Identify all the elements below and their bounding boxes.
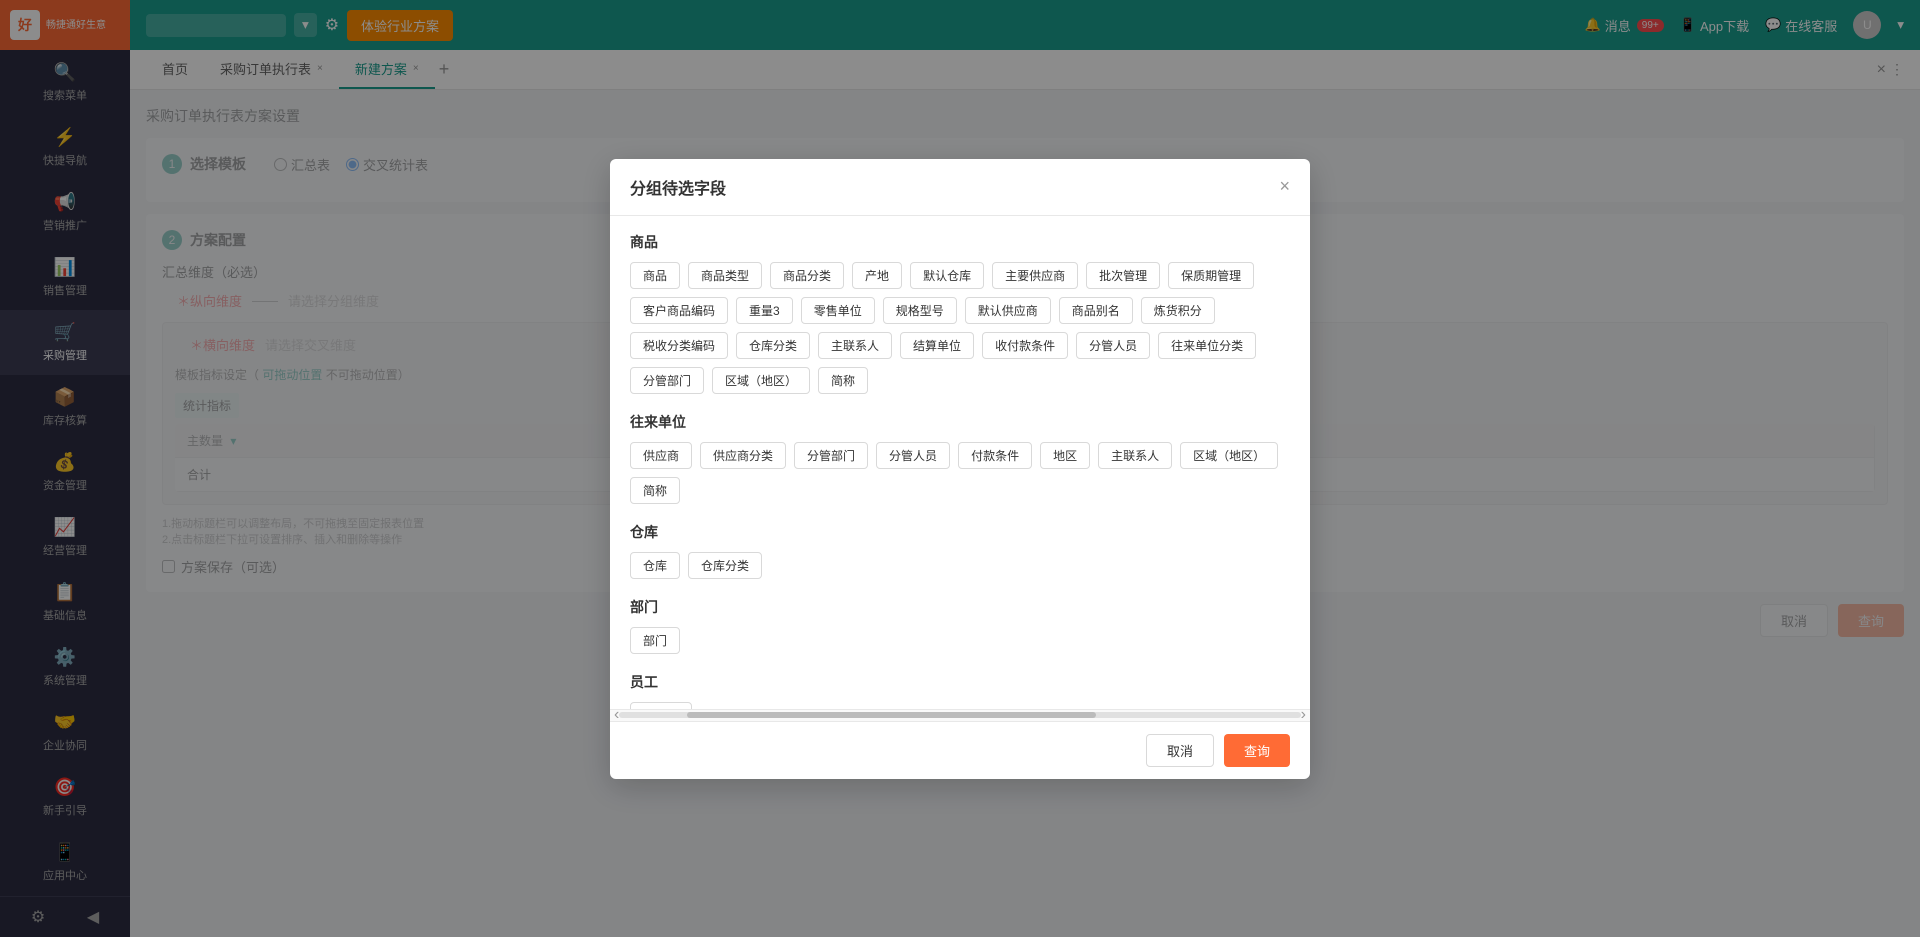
field-往来单位分类[interactable]: 往来单位分类 bbox=[1158, 332, 1256, 359]
field-部门[interactable]: 部门 bbox=[630, 627, 680, 654]
section-goods-title: 商品 bbox=[630, 232, 1290, 252]
warehouse-fields: 仓库 仓库分类 bbox=[630, 552, 1290, 579]
section-department-title: 部门 bbox=[630, 597, 1290, 617]
field-客户商品编码[interactable]: 客户商品编码 bbox=[630, 297, 728, 324]
modal-confirm-button[interactable]: 查询 bbox=[1224, 734, 1290, 767]
modal-body[interactable]: 商品 商品 商品类型 商品分类 产地 默认仓库 主要供应商 批次管理 保质期管理 bbox=[610, 216, 1310, 709]
field-主要供应商[interactable]: 主要供应商 bbox=[992, 262, 1078, 289]
section-partner: 往来单位 供应商 供应商分类 分管部门 分管人员 付款条件 地区 主联系人 区域… bbox=[630, 412, 1290, 504]
content-area: 采购订单执行表方案设置 1 选择模板 汇总表 交叉统计表 bbox=[130, 90, 1920, 937]
field-区域地区2[interactable]: 区域（地区） bbox=[1180, 442, 1278, 469]
field-商品别名[interactable]: 商品别名 bbox=[1059, 297, 1133, 324]
field-select-modal: 分组待选字段 × 商品 商品 商品类型 商品分类 产地 默 bbox=[610, 159, 1310, 779]
modal-horizontal-scrollbar[interactable]: ‹ › bbox=[610, 709, 1310, 721]
field-收付款条件[interactable]: 收付款条件 bbox=[982, 332, 1068, 359]
modal-header: 分组待选字段 × bbox=[610, 159, 1310, 216]
field-分管部门2[interactable]: 分管部门 bbox=[794, 442, 868, 469]
field-付款条件[interactable]: 付款条件 bbox=[958, 442, 1032, 469]
field-结算单位[interactable]: 结算单位 bbox=[900, 332, 974, 359]
field-保质期管理[interactable]: 保质期管理 bbox=[1168, 262, 1254, 289]
modal-title: 分组待选字段 bbox=[630, 175, 726, 199]
field-分管人员[interactable]: 分管人员 bbox=[1076, 332, 1150, 359]
field-炼货积分[interactable]: 炼货积分 bbox=[1141, 297, 1215, 324]
modal-cancel-button[interactable]: 取消 bbox=[1146, 734, 1214, 767]
field-区域地区1[interactable]: 区域（地区） bbox=[712, 367, 810, 394]
field-重量3[interactable]: 重量3 bbox=[736, 297, 793, 324]
modal-overlay: 分组待选字段 × 商品 商品 商品类型 商品分类 产地 默 bbox=[130, 90, 1920, 937]
field-主联系人2[interactable]: 主联系人 bbox=[1098, 442, 1172, 469]
field-主联系人[interactable]: 主联系人 bbox=[818, 332, 892, 359]
field-商品类型[interactable]: 商品类型 bbox=[688, 262, 762, 289]
modal-footer: 取消 查询 bbox=[610, 721, 1310, 779]
goods-fields: 商品 商品类型 商品分类 产地 默认仓库 主要供应商 批次管理 保质期管理 客户… bbox=[630, 262, 1290, 394]
hscroll-thumb[interactable] bbox=[687, 712, 1096, 718]
field-零售单位[interactable]: 零售单位 bbox=[801, 297, 875, 324]
modal-close-button[interactable]: × bbox=[1279, 176, 1290, 197]
field-仓库分类2[interactable]: 仓库分类 bbox=[688, 552, 762, 579]
field-规格型号[interactable]: 规格型号 bbox=[883, 297, 957, 324]
field-供应商[interactable]: 供应商 bbox=[630, 442, 692, 469]
field-产地[interactable]: 产地 bbox=[852, 262, 902, 289]
field-商品分类[interactable]: 商品分类 bbox=[770, 262, 844, 289]
field-业务员[interactable]: 业务员 bbox=[630, 702, 692, 709]
employee-fields: 业务员 bbox=[630, 702, 1290, 709]
field-商品[interactable]: 商品 bbox=[630, 262, 680, 289]
field-仓库分类[interactable]: 仓库分类 bbox=[736, 332, 810, 359]
partner-fields: 供应商 供应商分类 分管部门 分管人员 付款条件 地区 主联系人 区域（地区） … bbox=[630, 442, 1290, 504]
section-warehouse-title: 仓库 bbox=[630, 522, 1290, 542]
field-供应商分类[interactable]: 供应商分类 bbox=[700, 442, 786, 469]
section-partner-title: 往来单位 bbox=[630, 412, 1290, 432]
field-分管人员2[interactable]: 分管人员 bbox=[876, 442, 950, 469]
section-goods: 商品 商品 商品类型 商品分类 产地 默认仓库 主要供应商 批次管理 保质期管理 bbox=[630, 232, 1290, 394]
field-税收分类编码[interactable]: 税收分类编码 bbox=[630, 332, 728, 359]
field-简称1[interactable]: 简称 bbox=[818, 367, 868, 394]
section-department: 部门 部门 bbox=[630, 597, 1290, 654]
main-area: ▾ ⚙ 体验行业方案 🔔 消息 99+ 📱 App下载 💬 在线客服 bbox=[130, 0, 1920, 937]
hscroll-track[interactable] bbox=[619, 712, 1300, 718]
section-warehouse: 仓库 仓库 仓库分类 bbox=[630, 522, 1290, 579]
field-简称2[interactable]: 简称 bbox=[630, 477, 680, 504]
field-分管部门[interactable]: 分管部门 bbox=[630, 367, 704, 394]
department-fields: 部门 bbox=[630, 627, 1290, 654]
field-默认仓库[interactable]: 默认仓库 bbox=[910, 262, 984, 289]
field-仓库[interactable]: 仓库 bbox=[630, 552, 680, 579]
section-employee-title: 员工 bbox=[630, 672, 1290, 692]
field-默认供应商[interactable]: 默认供应商 bbox=[965, 297, 1051, 324]
section-employee: 员工 业务员 bbox=[630, 672, 1290, 709]
field-地区[interactable]: 地区 bbox=[1040, 442, 1090, 469]
field-批次管理[interactable]: 批次管理 bbox=[1086, 262, 1160, 289]
